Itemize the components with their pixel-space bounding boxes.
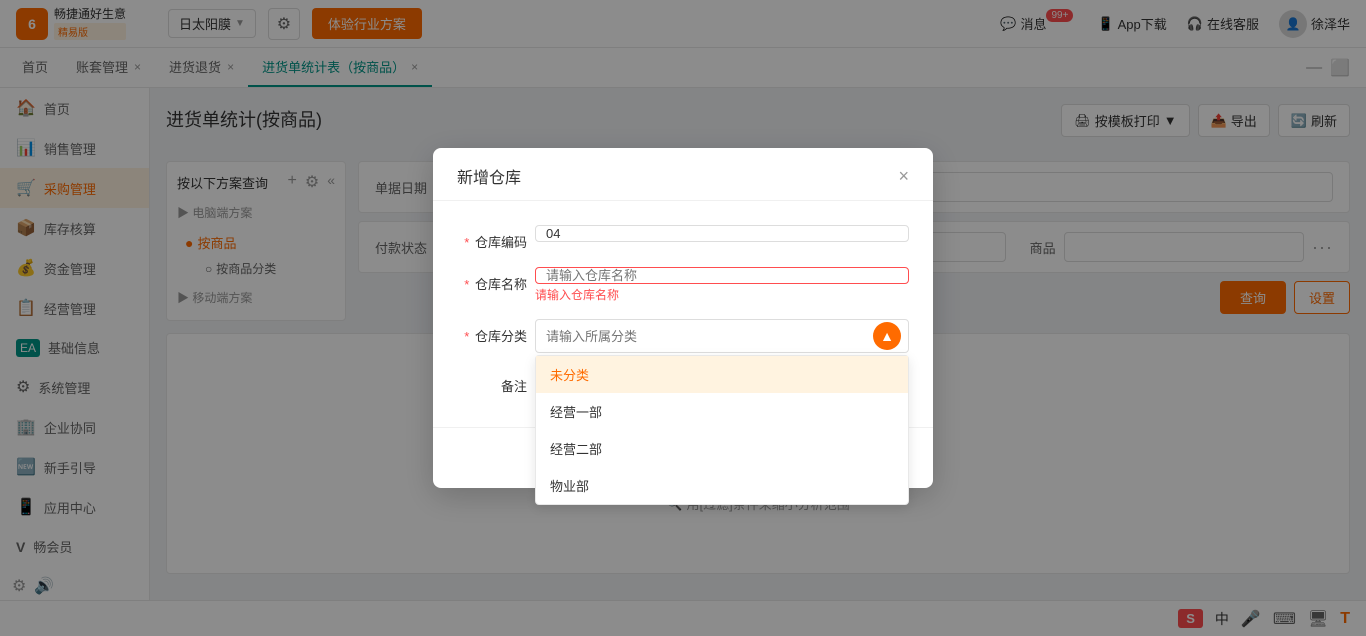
modal-dialog: 新增仓库 × * 仓库编码 * 仓库名称	[433, 148, 933, 488]
warehouse-code-input[interactable]	[535, 225, 909, 242]
category-option-dept1[interactable]: 经营一部	[536, 393, 908, 430]
required-star-name: *	[464, 277, 469, 292]
required-star-category: *	[464, 329, 469, 344]
modal-title: 新增仓库	[457, 164, 521, 188]
category-field-wrap: ▲ 未分类 经营一部 经营二部 物业部	[535, 319, 909, 353]
required-star-code: *	[464, 235, 469, 250]
name-label: * 仓库名称	[457, 267, 527, 293]
name-field-wrap: 请输入仓库名称	[535, 267, 909, 303]
modal-overlay[interactable]: 新增仓库 × * 仓库编码 * 仓库名称	[0, 0, 1366, 636]
category-label: * 仓库分类	[457, 319, 527, 345]
category-dropdown: 未分类 经营一部 经营二部 物业部	[535, 355, 909, 505]
modal-close-icon[interactable]: ×	[898, 166, 909, 187]
category-toggle-icon[interactable]: ▲	[873, 322, 901, 350]
warehouse-category-input[interactable]	[535, 319, 909, 353]
category-option-unclassified[interactable]: 未分类	[536, 356, 908, 393]
code-field-wrap	[535, 225, 909, 242]
chevron-up-icon: ▲	[880, 328, 894, 344]
category-option-dept2[interactable]: 经营二部	[536, 430, 908, 467]
code-label: * 仓库编码	[457, 225, 527, 251]
warehouse-name-input[interactable]	[535, 267, 909, 284]
modal-body: * 仓库编码 * 仓库名称 请输入仓库名称	[433, 201, 933, 427]
form-row-name: * 仓库名称 请输入仓库名称	[457, 267, 909, 303]
modal-header: 新增仓库 ×	[433, 148, 933, 201]
name-error-msg: 请输入仓库名称	[535, 286, 909, 303]
note-label: 备注	[457, 369, 527, 395]
category-option-property[interactable]: 物业部	[536, 467, 908, 504]
form-row-category: * 仓库分类 ▲ 未分类 经营一部	[457, 319, 909, 353]
form-row-code: * 仓库编码	[457, 225, 909, 251]
